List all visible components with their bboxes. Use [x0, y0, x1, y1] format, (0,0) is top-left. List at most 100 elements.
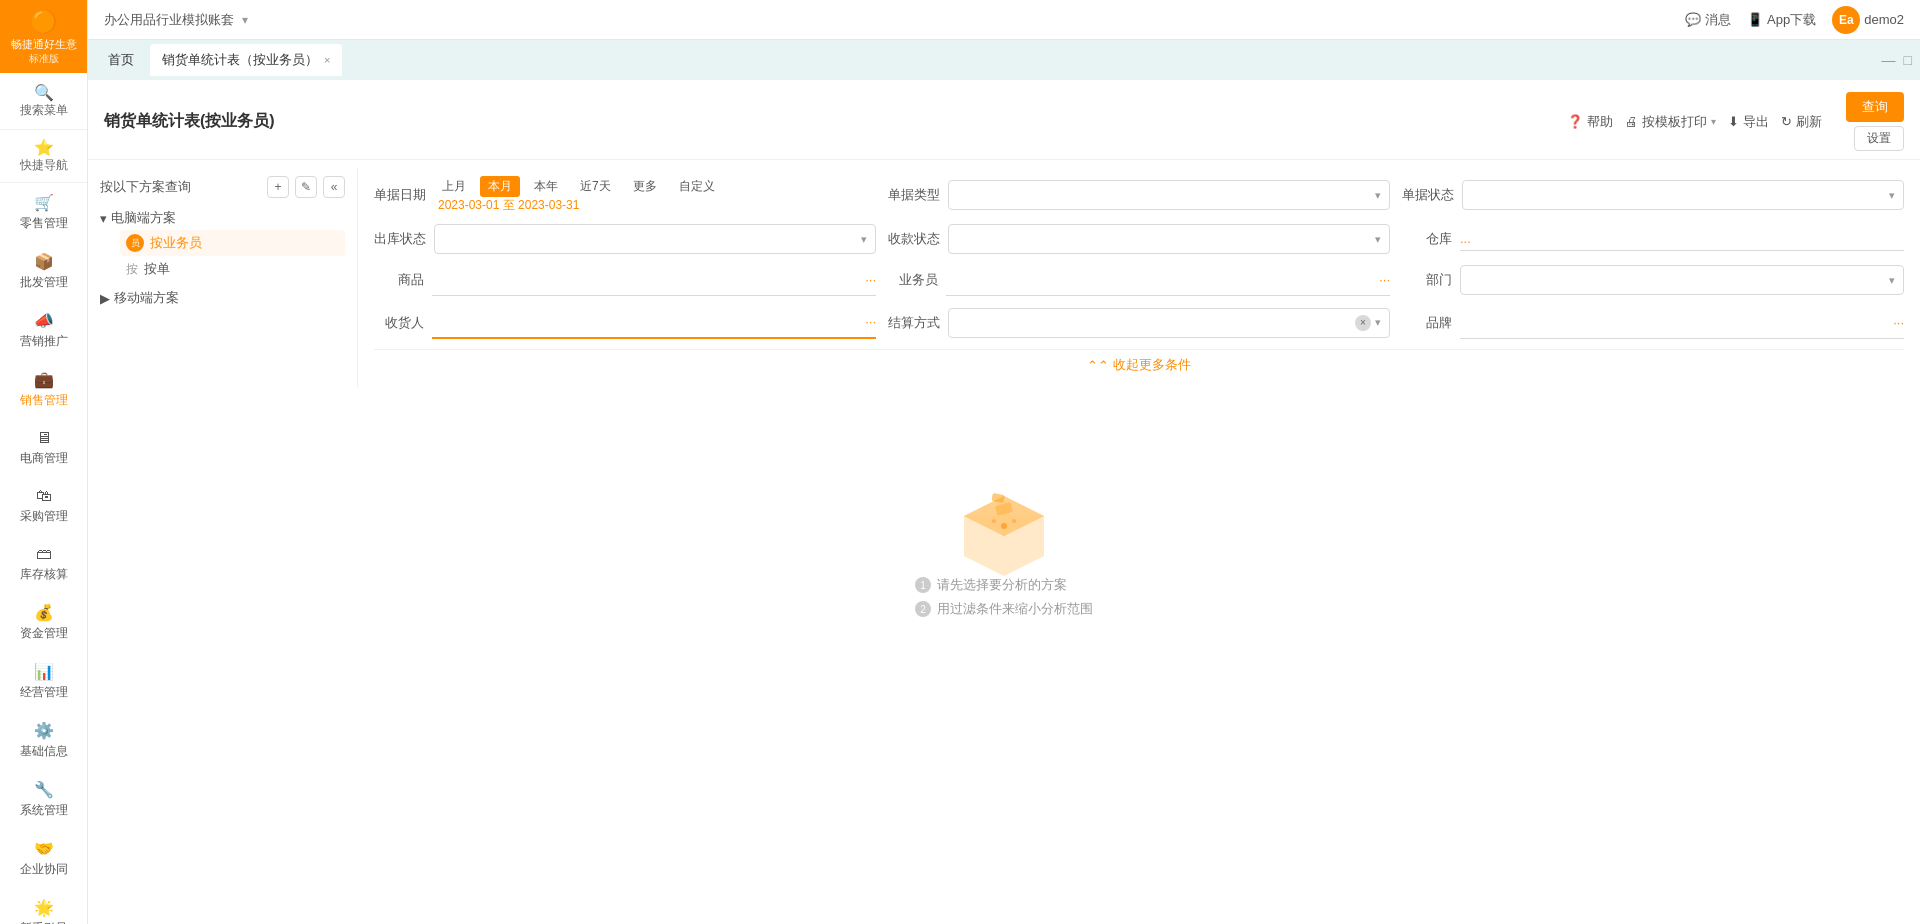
refresh-button[interactable]: ↻ 刷新: [1781, 113, 1822, 131]
query-button[interactable]: 查询: [1846, 92, 1904, 122]
salesman-input[interactable]: [946, 268, 1379, 291]
sidebar-item-newguide[interactable]: 🌟 新手引导: [0, 888, 87, 924]
topbar-right: 💬 消息 📱 App下载 Ea demo2: [1685, 6, 1904, 34]
basic-label: 基础信息: [20, 743, 68, 760]
settlement-control: × ▾: [948, 308, 1390, 338]
collapse-filter-button[interactable]: ⌃⌃ 收起更多条件: [374, 349, 1904, 380]
sidebar-item-ops[interactable]: 📊 经营管理: [0, 652, 87, 711]
settlement-label: 结算方式: [888, 314, 940, 332]
date-tag-7days[interactable]: 近7天: [572, 176, 619, 197]
brand-label: 品牌: [1402, 314, 1452, 332]
wholesale-label: 批发管理: [20, 274, 68, 291]
warehouse-dots[interactable]: ...: [1460, 231, 1471, 246]
sidebar-quicknav[interactable]: ⭐ 快捷导航: [0, 130, 87, 183]
sidebar-search[interactable]: 🔍 搜索菜单: [0, 73, 87, 130]
date-tag-more[interactable]: 更多: [625, 176, 665, 197]
date-tag-this-year[interactable]: 本年: [526, 176, 566, 197]
sidebar-item-finance[interactable]: 💰 资金管理: [0, 593, 87, 652]
sidebar-item-retail[interactable]: 🛒 零售管理: [0, 183, 87, 242]
docstatus-select[interactable]: ▾: [1462, 180, 1904, 210]
sidebar-item-wholesale[interactable]: 📦 批发管理: [0, 242, 87, 301]
filter-section: 按以下方案查询 + ✎ « ▾: [88, 160, 1920, 396]
tree-group-mobile: ▶ 移动端方案: [100, 286, 345, 310]
sidebar-item-enterprise[interactable]: 🤝 企业协同: [0, 829, 87, 888]
tree-child-order[interactable]: 按 按单: [120, 256, 345, 282]
date-row: 上月 本月 本年 近7天 更多 自定义: [434, 176, 876, 197]
sidebar-item-inventory[interactable]: 🗃 库存核算: [0, 535, 87, 593]
docstatus-label: 单据状态: [1402, 186, 1454, 204]
content-area: 销货单统计表(按业务员) ❓ 帮助 🖨 按模板打印 ▾ ⬇ 导出: [88, 80, 1920, 924]
edit-scheme-button[interactable]: ✎: [295, 176, 317, 198]
tab-close-button[interactable]: ×: [324, 54, 330, 66]
sidebar-item-basic[interactable]: ⚙️ 基础信息: [0, 711, 87, 770]
date-tag-last-month[interactable]: 上月: [434, 176, 474, 197]
filter-consignee-item: 收货人 ···: [374, 306, 876, 339]
sidebar-item-sales[interactable]: 💼 销售管理: [0, 360, 87, 419]
filter-row-3: 商品 ··· 业务员: [374, 264, 1904, 296]
tabs-bar: 首页 销货单统计表（按业务员） × — □: [88, 40, 1920, 80]
newguide-label: 新手引导: [20, 920, 68, 924]
app-download-button[interactable]: 📱 App下载: [1747, 11, 1816, 29]
sidebar-item-ecommerce[interactable]: 🖥 电商管理: [0, 419, 87, 477]
add-scheme-button[interactable]: +: [267, 176, 289, 198]
paymentstatus-arrow-icon: ▾: [1375, 233, 1381, 246]
export-button[interactable]: ⬇ 导出: [1728, 113, 1769, 131]
empty-state: 1 请先选择要分析的方案 2 用过滤条件来缩小分析范围: [88, 396, 1920, 704]
sidebar-item-purchase[interactable]: 🛍 采购管理: [0, 477, 87, 535]
sidebar-logo[interactable]: 🟠 畅捷通好生意 标准版: [0, 0, 87, 73]
tab-minimize-button[interactable]: —: [1882, 52, 1896, 68]
topbar-arrow: ▾: [242, 13, 248, 27]
sidebar-item-marketing[interactable]: 📣 营销推广: [0, 301, 87, 360]
tab-sales-stat[interactable]: 销货单统计表（按业务员） ×: [150, 44, 342, 76]
salesman-tree-icon: 员: [126, 234, 144, 252]
date-tag-this-month[interactable]: 本月: [480, 176, 520, 197]
filter-outstatus-item: 出库状态 ▾: [374, 224, 876, 254]
outstatus-select[interactable]: ▾: [434, 224, 876, 254]
tab-maximize-button[interactable]: □: [1904, 52, 1912, 68]
date-control: 上月 本月 本年 近7天 更多 自定义 2023-03-01 至 2023-03…: [434, 176, 876, 214]
tab-home-label: 首页: [108, 51, 134, 69]
system-icon: 🔧: [34, 780, 54, 799]
consignee-dots[interactable]: ···: [865, 314, 876, 329]
salesman-dots[interactable]: ···: [1379, 272, 1390, 287]
template-print-button[interactable]: 🖨 按模板打印 ▾: [1625, 113, 1716, 131]
main-area: 办公用品行业模拟账套 ▾ 💬 消息 📱 App下载 Ea demo2 首页 销货…: [88, 0, 1920, 924]
tree-group-mobile-header[interactable]: ▶ 移动端方案: [100, 286, 345, 310]
enterprise-icon: 🤝: [34, 839, 54, 858]
goods-dots[interactable]: ···: [865, 272, 876, 287]
avatar: Ea: [1832, 6, 1860, 34]
paymentstatus-select[interactable]: ▾: [948, 224, 1390, 254]
user-profile[interactable]: Ea demo2: [1832, 6, 1904, 34]
outstatus-arrow-icon: ▾: [861, 233, 867, 246]
help-button[interactable]: ❓ 帮助: [1567, 113, 1613, 131]
doctype-select[interactable]: ▾: [948, 180, 1390, 210]
brand-dots[interactable]: ···: [1893, 315, 1904, 330]
paymentstatus-control: ▾: [948, 224, 1390, 254]
collapse-up-icon: ⌃⌃: [1087, 358, 1109, 373]
docstatus-arrow-icon: ▾: [1889, 189, 1895, 202]
date-tag-custom[interactable]: 自定义: [671, 176, 723, 197]
collapse-panel-button[interactable]: «: [323, 176, 345, 198]
tabs-actions: — □: [1882, 52, 1912, 68]
settlement-select[interactable]: × ▾: [948, 308, 1390, 338]
marketing-label: 营销推广: [20, 333, 68, 350]
tree-children-desktop: 员 按业务员 按 按单: [100, 230, 345, 282]
brand-input[interactable]: [1460, 311, 1893, 334]
tree-group-label: 电脑端方案: [111, 209, 176, 227]
message-button[interactable]: 💬 消息: [1685, 11, 1731, 29]
tree-child-salesman[interactable]: 员 按业务员: [120, 230, 345, 256]
consignee-input[interactable]: [432, 310, 865, 333]
purchase-label: 采购管理: [20, 508, 68, 525]
settings-button[interactable]: 设置: [1854, 126, 1904, 151]
goods-input[interactable]: [432, 268, 865, 291]
tree-group-desktop-header[interactable]: ▾ 电脑端方案: [100, 206, 345, 230]
tab-active-label: 销货单统计表（按业务员）: [162, 51, 318, 69]
dept-arrow-icon: ▾: [1889, 274, 1895, 287]
retail-icon: 🛒: [34, 193, 54, 212]
settlement-clear-button[interactable]: ×: [1355, 315, 1371, 331]
goods-control: ···: [432, 264, 876, 296]
dept-select[interactable]: ▾: [1460, 265, 1904, 295]
tab-home[interactable]: 首页: [96, 44, 146, 76]
newguide-icon: 🌟: [34, 898, 54, 917]
sidebar-item-system[interactable]: 🔧 系统管理: [0, 770, 87, 829]
